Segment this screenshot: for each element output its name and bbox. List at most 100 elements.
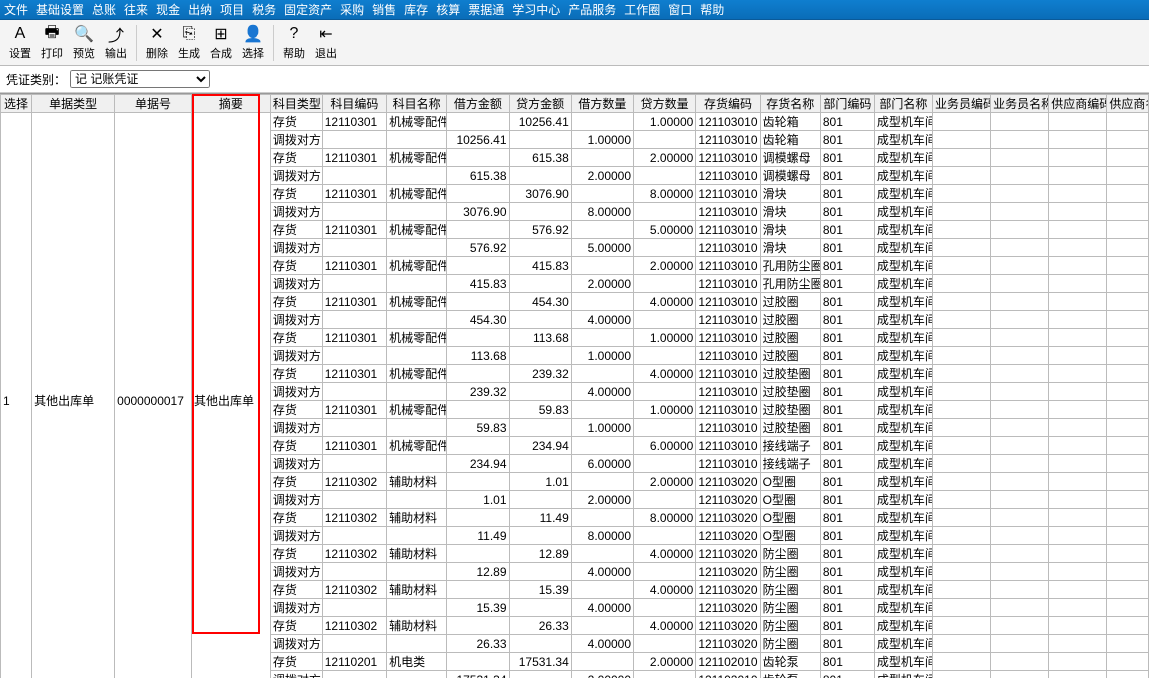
cell[interactable]: 113.68 (509, 329, 571, 347)
cell[interactable] (571, 257, 633, 275)
cell[interactable]: 机械零配件 (387, 329, 447, 347)
cell[interactable] (447, 617, 509, 635)
cell[interactable]: 239.32 (447, 383, 509, 401)
menu-item[interactable]: 销售 (372, 1, 396, 18)
cell[interactable]: 121103020 (696, 473, 760, 491)
column-header[interactable]: 选择 (1, 95, 32, 113)
cell[interactable] (991, 599, 1049, 617)
cell[interactable]: 成型机车间 (874, 383, 932, 401)
cell[interactable]: 801 (820, 329, 874, 347)
cell[interactable]: 存货 (270, 545, 322, 563)
cell[interactable]: 801 (820, 347, 874, 365)
cell[interactable]: 4.00000 (634, 545, 696, 563)
cell[interactable]: 4.00000 (571, 311, 633, 329)
cell[interactable] (991, 581, 1049, 599)
cell[interactable]: 其他出库单 (32, 113, 115, 679)
column-header[interactable]: 科目编码 (322, 95, 386, 113)
cell[interactable]: 成型机车间 (874, 113, 932, 131)
cell[interactable]: 121103020 (696, 635, 760, 653)
cell[interactable]: 801 (820, 545, 874, 563)
cell[interactable] (387, 419, 447, 437)
cell[interactable]: 成型机车间 (874, 131, 932, 149)
cell[interactable]: 12110301 (322, 221, 386, 239)
cell[interactable]: 8.00000 (634, 185, 696, 203)
cell[interactable] (932, 473, 990, 491)
column-header[interactable]: 供应商名称 (1107, 95, 1149, 113)
cell[interactable]: 成型机车间 (874, 221, 932, 239)
cell[interactable] (1107, 401, 1149, 419)
cell[interactable] (1107, 509, 1149, 527)
cell[interactable] (447, 185, 509, 203)
cell[interactable]: 801 (820, 617, 874, 635)
cell[interactable] (991, 473, 1049, 491)
cell[interactable] (1049, 671, 1107, 679)
cell[interactable] (634, 527, 696, 545)
cell[interactable]: 234.94 (447, 455, 509, 473)
cell[interactable] (1049, 473, 1107, 491)
cell[interactable] (1049, 365, 1107, 383)
cell[interactable] (1049, 491, 1107, 509)
table-row[interactable]: 1其他出库单0000000017其他出库单存货12110301机械零配件1025… (1, 113, 1149, 131)
cell[interactable]: 12110302 (322, 545, 386, 563)
cell[interactable] (447, 581, 509, 599)
cell[interactable] (991, 275, 1049, 293)
cell[interactable] (387, 671, 447, 679)
cell[interactable] (1107, 437, 1149, 455)
cell[interactable]: 4.00000 (571, 635, 633, 653)
cell[interactable] (932, 365, 990, 383)
cell[interactable]: 辅助材料 (387, 509, 447, 527)
cell[interactable] (1049, 257, 1107, 275)
menu-item[interactable]: 往来 (124, 1, 148, 18)
cell[interactable]: 454.30 (447, 311, 509, 329)
cell[interactable] (932, 419, 990, 437)
cell[interactable]: 调拨对方 (270, 347, 322, 365)
cell[interactable]: 801 (820, 257, 874, 275)
cell[interactable] (1107, 617, 1149, 635)
cell[interactable]: 存货 (270, 113, 322, 131)
column-header[interactable]: 单据类型 (32, 95, 115, 113)
cell[interactable] (571, 653, 633, 671)
cell[interactable] (1049, 599, 1107, 617)
cell[interactable] (509, 563, 571, 581)
settings-button[interactable]: A设置 (4, 22, 36, 64)
cell[interactable]: 成型机车间 (874, 473, 932, 491)
cell[interactable]: 121103010 (696, 239, 760, 257)
cell[interactable]: 4.00000 (634, 365, 696, 383)
cell[interactable]: 121103010 (696, 311, 760, 329)
menu-item[interactable]: 基础设置 (36, 1, 84, 18)
cell[interactable]: 576.92 (447, 239, 509, 257)
cell[interactable] (1107, 365, 1149, 383)
cell[interactable] (932, 149, 990, 167)
cell[interactable]: 1.00000 (571, 347, 633, 365)
cell[interactable]: 2.00000 (634, 257, 696, 275)
cell[interactable] (1049, 239, 1107, 257)
cell[interactable] (991, 257, 1049, 275)
cell[interactable] (634, 275, 696, 293)
generate-button[interactable]: ⎘生成 (173, 22, 205, 64)
cell[interactable]: 801 (820, 131, 874, 149)
cell[interactable] (991, 563, 1049, 581)
cell[interactable]: 121103020 (696, 509, 760, 527)
cell[interactable]: 调拨对方 (270, 455, 322, 473)
cell[interactable]: 滑块 (760, 239, 820, 257)
cell[interactable]: 12110302 (322, 509, 386, 527)
cell[interactable] (932, 257, 990, 275)
cell[interactable] (509, 527, 571, 545)
cell[interactable]: 1.01 (447, 491, 509, 509)
cell[interactable] (991, 293, 1049, 311)
cell[interactable] (447, 221, 509, 239)
cell[interactable] (387, 131, 447, 149)
cell[interactable]: 121102010 (696, 671, 760, 679)
grid-area[interactable]: 选择单据类型单据号摘要科目类型科目编码科目名称借方金额贷方金额借方数量贷方数量存… (0, 93, 1149, 678)
cell[interactable] (991, 311, 1049, 329)
cell[interactable] (447, 401, 509, 419)
menu-item[interactable]: 库存 (404, 1, 428, 18)
exit-button[interactable]: ⇤退出 (310, 22, 342, 64)
cell[interactable] (932, 653, 990, 671)
cell[interactable]: 调拨对方 (270, 383, 322, 401)
cell[interactable]: 4.00000 (634, 293, 696, 311)
cell[interactable] (509, 311, 571, 329)
cell[interactable]: 11.49 (509, 509, 571, 527)
cell[interactable] (387, 275, 447, 293)
cell[interactable] (1107, 293, 1149, 311)
